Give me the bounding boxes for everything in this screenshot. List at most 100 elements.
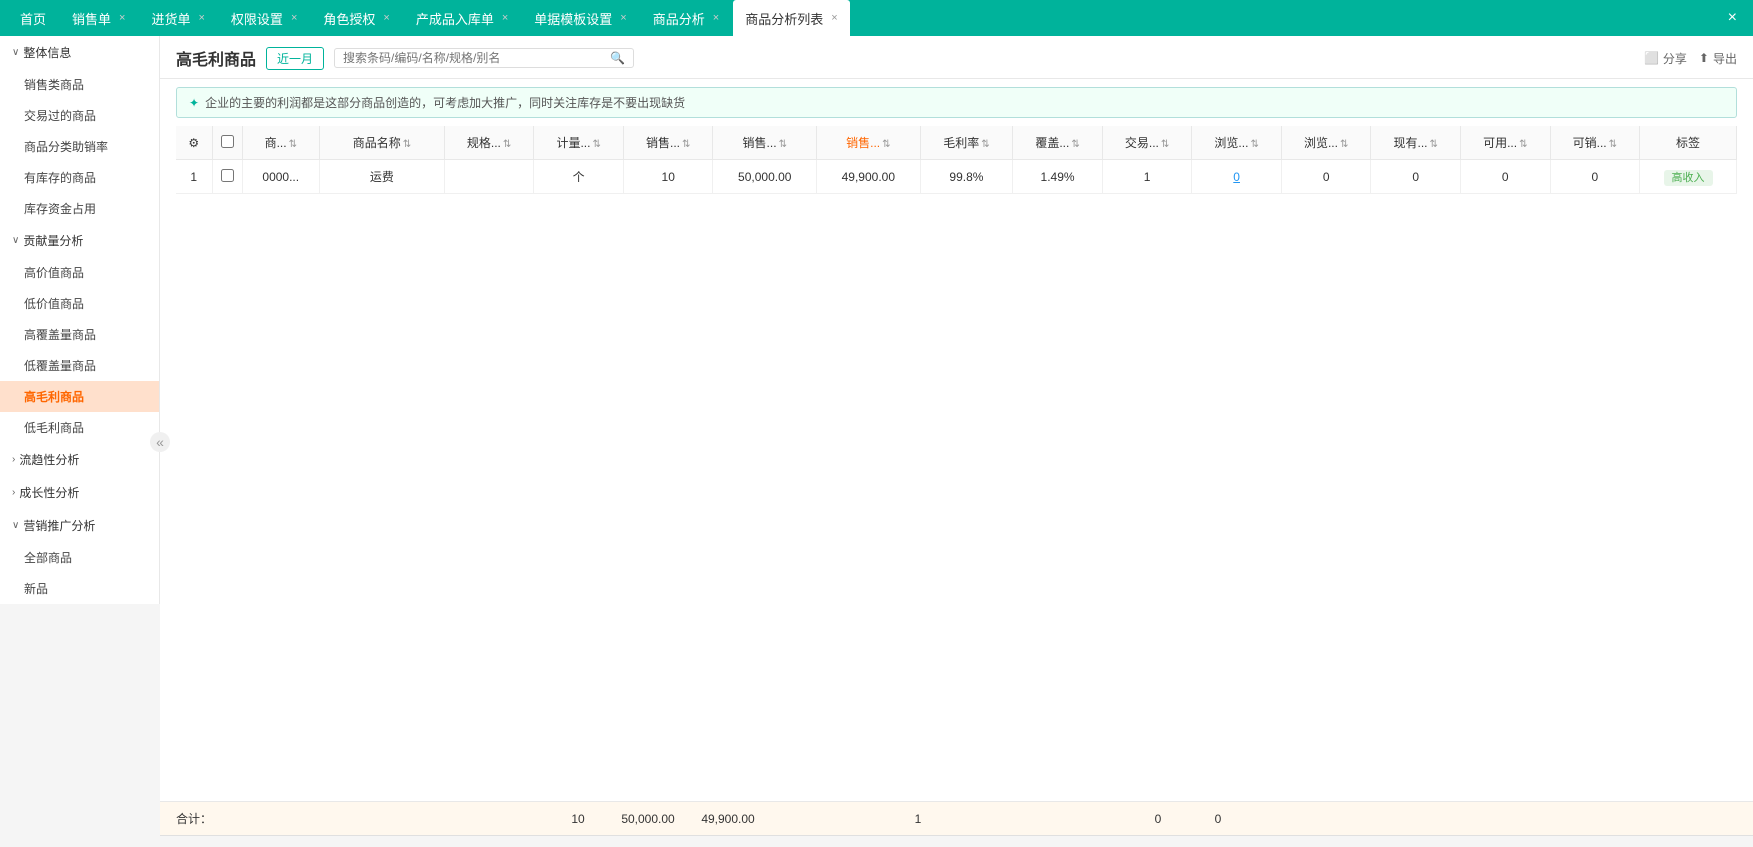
horizontal-scrollbar[interactable] [160,835,1753,847]
th-tag[interactable]: 标签 [1640,126,1737,160]
close-icon[interactable]: × [831,12,837,24]
sidebar-item-traded-goods[interactable]: 交易过的商品 [0,100,159,131]
th-transaction[interactable]: 交易...⇅ [1102,126,1192,160]
cell-sales2: 50,000.00 [713,160,817,194]
data-table: ⚙ 商...⇅ 商品名称⇅ 规格...⇅ 计量...⇅ 销售...⇅ 销售...… [176,126,1737,194]
cell-checkbox[interactable] [212,160,242,194]
sidebar-item-high-coverage[interactable]: 高覆盖量商品 [0,319,159,350]
cell-transaction: 1 [1102,160,1192,194]
close-icon[interactable]: × [291,12,297,24]
info-banner: ✦ 企业的主要的利润都是这部分商品创造的，可考虑加大推广，同时关注库存是不要出现… [176,87,1737,118]
search-input[interactable] [343,51,606,65]
nav-product-analysis-list[interactable]: 商品分析列表 × [733,0,849,36]
th-unit[interactable]: 计量...⇅ [534,126,624,160]
th-sales2[interactable]: 销售...⇅ [713,126,817,160]
tag-badge: 高收入 [1664,170,1713,186]
cell-coverage: 1.49% [1013,160,1103,194]
cell-margin-rate: 99.8% [920,160,1013,194]
sidebar-item-inventory-capital[interactable]: 库存资金占用 [0,193,159,224]
sidebar-group-trend[interactable]: › 流趋性分析 [0,443,159,476]
cell-browse1[interactable]: 0 [1192,160,1282,194]
th-sales1[interactable]: 销售...⇅ [623,126,713,160]
sidebar-item-in-stock-goods[interactable]: 有库存的商品 [0,162,159,193]
chevron-right-icon: › [12,454,15,465]
footer-total: 合计： 10 50,000.00 49,900.00 1 0 0 [160,801,1753,835]
export-button[interactable]: ⬆ 导出 [1699,50,1737,67]
close-icon[interactable]: × [502,12,508,24]
th-sellable[interactable]: 可销...⇅ [1550,126,1640,160]
content-header: 高毛利商品 近一月 🔍 ⬜ 分享 ⬆ 导出 [160,36,1753,79]
sidebar-item-high-margin[interactable]: 高毛利商品 [0,381,159,412]
th-code[interactable]: 商...⇅ [242,126,320,160]
th-spec[interactable]: 规格...⇅ [444,126,534,160]
settings-icon: ⚙ [188,136,199,150]
sidebar-item-category-rate[interactable]: 商品分类助销率 [0,131,159,162]
footer-transaction: 1 [888,812,948,826]
nav-sales-order[interactable]: 销售单 × [60,0,137,36]
sidebar-group-contribution[interactable]: ∨ 贡献量分析 [0,224,159,257]
cell-index: 1 [176,160,212,194]
cell-name: 运费 [320,160,445,194]
cell-available: 0 [1461,160,1551,194]
search-icon[interactable]: 🔍 [610,51,625,65]
sidebar-item-low-value[interactable]: 低价值商品 [0,288,159,319]
nav-product-inbound[interactable]: 产成品入库单 × [404,0,520,36]
close-icon[interactable]: × [198,12,204,24]
footer-available: 0 [1128,812,1188,826]
th-coverage[interactable]: 覆盖...⇅ [1013,126,1103,160]
close-icon[interactable]: × [713,12,719,24]
row-checkbox[interactable] [221,169,234,182]
sidebar-item-low-coverage[interactable]: 低覆盖量商品 [0,350,159,381]
export-icon: ⬆ [1699,51,1709,65]
share-icon: ⬜ [1644,51,1659,65]
window-close-button[interactable]: × [1720,9,1745,27]
cell-code: 0000... [242,160,320,194]
footer-sales2: 50,000.00 [608,812,688,826]
footer-sales1: 10 [548,812,608,826]
cell-current-stock: 0 [1371,160,1461,194]
th-sales3[interactable]: 销售...⇅ [817,126,921,160]
nav-permission-settings[interactable]: 权限设置 × [219,0,309,36]
cell-browse2: 0 [1281,160,1371,194]
select-all-checkbox[interactable] [221,135,234,148]
cell-sales1: 10 [623,160,713,194]
sidebar-group-marketing[interactable]: ∨ 营销推广分析 [0,509,159,542]
sidebar-item-sales-goods[interactable]: 销售类商品 [0,69,159,100]
share-button[interactable]: ⬜ 分享 [1644,50,1687,67]
cell-sellable: 0 [1550,160,1640,194]
sidebar-item-low-margin[interactable]: 低毛利商品 [0,412,159,443]
nav-purchase-order[interactable]: 进货单 × [139,0,216,36]
sidebar-group-overall[interactable]: ∨ 整体信息 [0,36,159,69]
sidebar-group-growth[interactable]: › 成长性分析 [0,476,159,509]
th-browse2[interactable]: 浏览...⇅ [1281,126,1371,160]
sidebar-item-all-goods[interactable]: 全部商品 [0,542,159,573]
th-margin-rate[interactable]: 毛利率⇅ [920,126,1013,160]
chevron-down-icon: ∨ [12,520,19,531]
chevron-down-icon: ∨ [12,235,19,246]
th-available[interactable]: 可用...⇅ [1461,126,1551,160]
nav-role-auth[interactable]: 角色授权 × [311,0,401,36]
info-icon: ✦ [189,96,199,110]
close-icon[interactable]: × [383,12,389,24]
table-row: 1 0000... 运费 个 10 50,000.00 49,900.00 99… [176,160,1737,194]
data-table-container: ⚙ 商...⇅ 商品名称⇅ 规格...⇅ 计量...⇅ 销售...⇅ 销售...… [160,126,1753,801]
main-layout: ∨ 整体信息 销售类商品 交易过的商品 商品分类助销率 有库存的商品 库存资金占… [0,36,1753,847]
sidebar-item-new-goods[interactable]: 新品 [0,573,159,604]
sidebar-item-high-value[interactable]: 高价值商品 [0,257,159,288]
th-name[interactable]: 商品名称⇅ [320,126,445,160]
sidebar-collapse-button[interactable]: « [150,432,170,452]
close-icon[interactable]: × [119,12,125,24]
search-box: 🔍 [334,48,634,68]
cell-unit: 个 [534,160,624,194]
th-browse1[interactable]: 浏览...⇅ [1192,126,1282,160]
nav-template-settings[interactable]: 单据模板设置 × [522,0,638,36]
nav-home[interactable]: 首页 [8,0,58,36]
nav-product-analysis[interactable]: 商品分析 × [641,0,731,36]
th-settings[interactable]: ⚙ [176,126,212,160]
close-icon[interactable]: × [620,12,626,24]
th-checkbox[interactable] [212,126,242,160]
time-filter-button[interactable]: 近一月 [266,47,324,70]
th-current-stock[interactable]: 现有...⇅ [1371,126,1461,160]
page-title: 高毛利商品 [176,46,256,70]
cell-tag: 高收入 [1640,160,1737,194]
